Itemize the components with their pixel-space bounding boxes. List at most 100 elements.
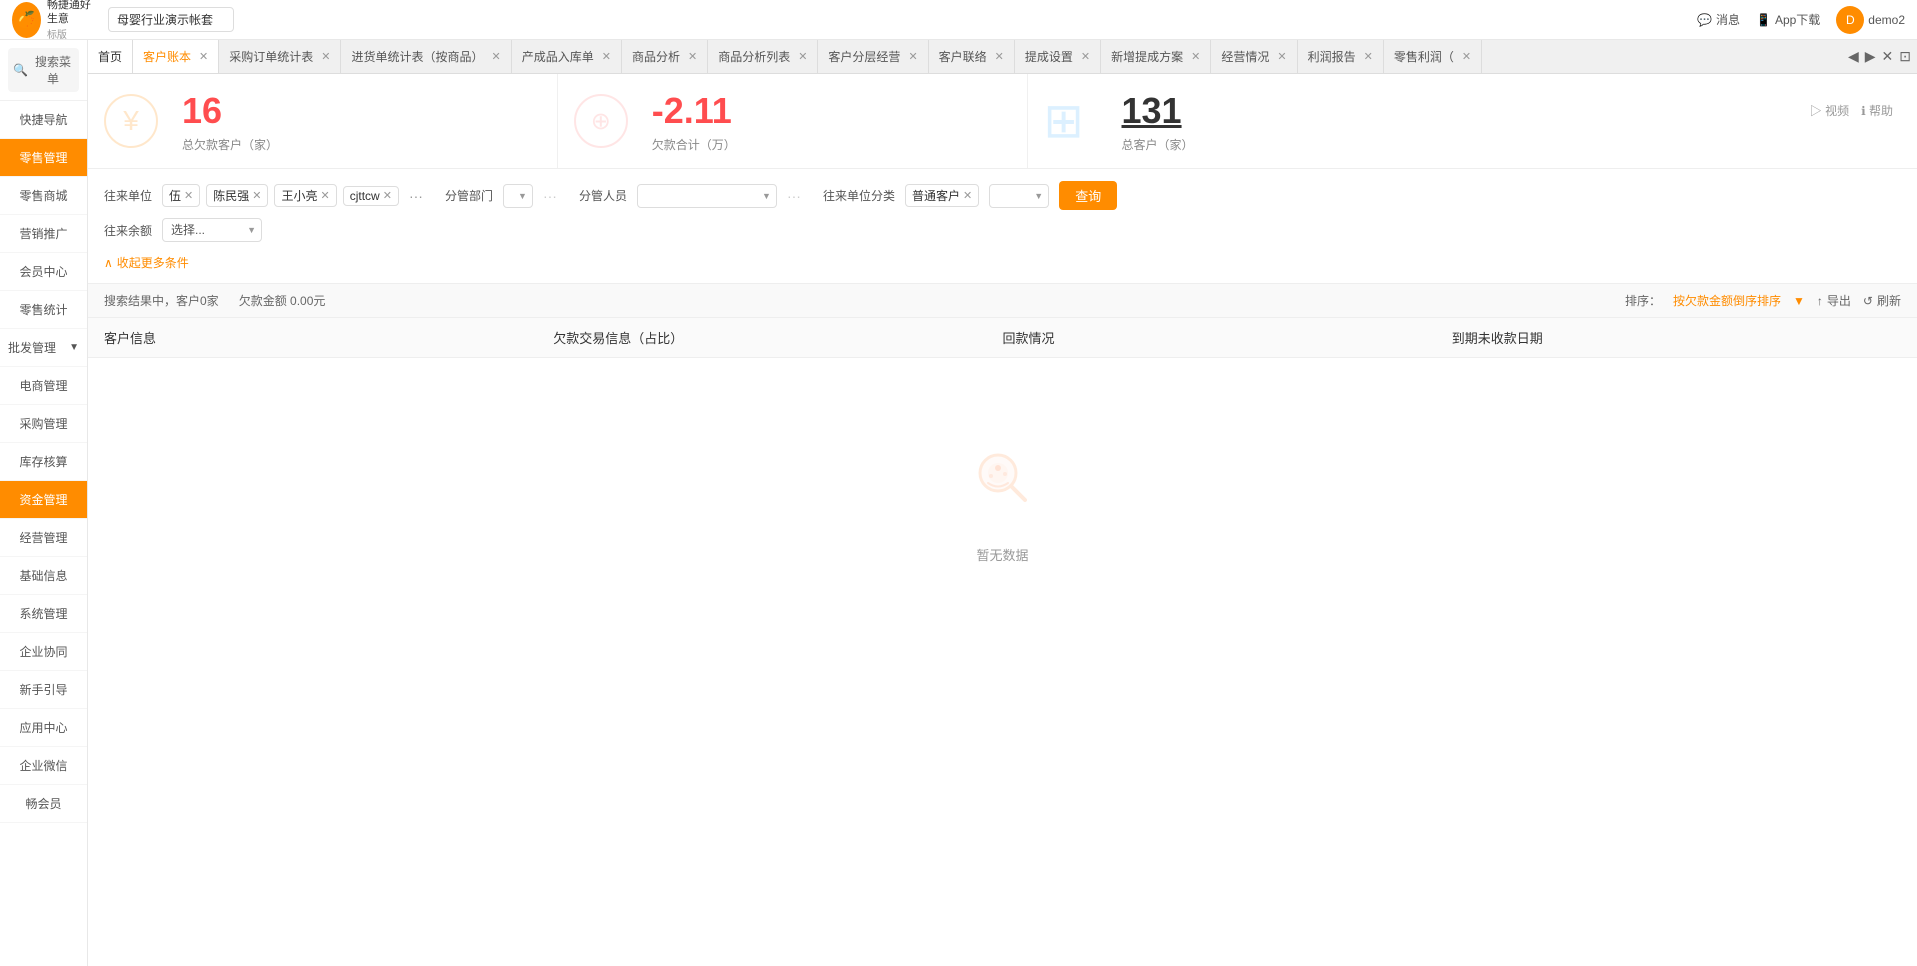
tab-close-customer-account[interactable]: ✕	[199, 50, 208, 63]
message-label: 消息	[1716, 11, 1740, 28]
tab-home[interactable]: 首页	[88, 40, 133, 74]
filter-unit-type-select[interactable]	[989, 184, 1049, 208]
stat-block-debt-amount: ⊕ -2.11 欠款合计（万）	[558, 74, 1028, 168]
avatar: D	[1836, 6, 1864, 34]
tab-profit-report[interactable]: 利润报告 ✕	[1298, 40, 1384, 74]
search-menu-btn[interactable]: 🔍 搜索菜单	[8, 48, 79, 92]
tab-stock-stats[interactable]: 进货单统计表（按商品） ✕	[341, 40, 511, 74]
sidebar-item-quick-nav[interactable]: 快捷导航	[0, 101, 87, 139]
sidebar-item-operation[interactable]: 经营管理	[0, 519, 87, 557]
tab-close-all[interactable]: ✕	[1882, 48, 1894, 65]
table-header: 客户信息 欠款交易信息（占比） 回款情况 到期未收款日期	[88, 318, 1917, 358]
sidebar-item-inventory[interactable]: 库存核算	[0, 443, 87, 481]
tab-scroll-right[interactable]: ▶	[1865, 48, 1876, 65]
tab-new-promo-label: 新增提成方案	[1111, 48, 1183, 65]
tab-goods-list[interactable]: 商品分析列表 ✕	[708, 40, 818, 74]
filter-tag-cjttcw: cjttcw ✕	[343, 186, 399, 206]
tab-purchase-order[interactable]: 采购订单统计表 ✕	[219, 40, 341, 74]
filter-tag-wu: 伍 ✕	[162, 184, 200, 207]
filter-tag-wu-remove[interactable]: ✕	[184, 189, 193, 202]
sidebar-item-app-center[interactable]: 应用中心	[0, 709, 87, 747]
filter-tag-normal-remove[interactable]: ✕	[963, 189, 972, 202]
sidebar-item-purchase[interactable]: 采购管理	[0, 405, 87, 443]
play-icon: ▷	[1810, 104, 1822, 118]
stats-row: ¥ 16 总欠款客户（家） ⊕ -2.11 欠款合计（万） ⊞	[88, 74, 1917, 169]
person-more-btn[interactable]: ···	[787, 188, 801, 204]
export-btn[interactable]: ↑ 导出	[1817, 292, 1851, 309]
tab-maximize[interactable]: ⊡	[1899, 48, 1911, 65]
sidebar-item-finance[interactable]: 资金管理	[0, 481, 87, 519]
filter-dept-label: 分管部门	[445, 187, 493, 204]
tab-customer-segment[interactable]: 客户分层经营 ✕	[818, 40, 928, 74]
tab-promotion-settings[interactable]: 提成设置 ✕	[1015, 40, 1101, 74]
sidebar-item-retail-stats[interactable]: 零售统计	[0, 291, 87, 329]
filter-person-label: 分管人员	[579, 187, 627, 204]
filter-unit-type-select-wrapper	[989, 184, 1049, 208]
stat-value-total-customers: 131	[1122, 90, 1194, 132]
sidebar-item-member-center[interactable]: 会员中心	[0, 253, 87, 291]
filter-tag-wang-remove[interactable]: ✕	[321, 189, 330, 202]
app-download-btn[interactable]: 📱 App下载	[1756, 11, 1820, 28]
sort-arrow-icon[interactable]: ▼	[1793, 294, 1805, 308]
filter-dept-select[interactable]	[503, 184, 533, 208]
sidebar-item-enterprise-wechat[interactable]: 企业微信	[0, 747, 87, 785]
tab-scroll-left[interactable]: ◀	[1848, 48, 1859, 65]
filter-person-select[interactable]	[637, 184, 777, 208]
query-btn[interactable]: 查询	[1059, 181, 1117, 210]
sidebar-item-retail-mgmt[interactable]: 零售管理	[0, 139, 87, 177]
tab-close-profit[interactable]: ✕	[1364, 50, 1373, 63]
account-dropdown[interactable]: 母婴行业演示帐套	[108, 7, 234, 32]
sidebar-item-new-guide[interactable]: 新手引导	[0, 671, 87, 709]
video-btn[interactable]: ▷ 视频	[1810, 102, 1849, 119]
tab-goods-analysis[interactable]: 商品分析 ✕	[622, 40, 708, 74]
help-btn[interactable]: ℹ 帮助	[1861, 102, 1893, 119]
tab-close-product[interactable]: ✕	[602, 50, 611, 63]
tab-close-contact[interactable]: ✕	[995, 50, 1004, 63]
filter-tag-normal-customer: 普通客户 ✕	[905, 184, 979, 207]
tab-operation-label: 经营情况	[1221, 48, 1269, 65]
stat-value-debt-customers: 16	[182, 90, 278, 132]
filter-tag-chen-remove[interactable]: ✕	[252, 189, 261, 202]
stat-value-debt-amount: -2.11	[652, 90, 736, 132]
tab-close-purchase[interactable]: ✕	[321, 50, 330, 63]
tab-goods-list-label: 商品分析列表	[718, 48, 790, 65]
refresh-btn[interactable]: ↺ 刷新	[1863, 292, 1901, 309]
sidebar-item-basic-info[interactable]: 基础信息	[0, 557, 87, 595]
user-account[interactable]: D demo2	[1836, 6, 1905, 34]
tab-close-retail-profit[interactable]: ✕	[1462, 50, 1471, 63]
sidebar: 🔍 搜索菜单 快捷导航 零售管理 零售商城 营销推广 会员中心 零售统计 批发管…	[0, 40, 88, 966]
sidebar-item-retail-mall[interactable]: 零售商城	[0, 177, 87, 215]
filter-balance-select-wrapper: 选择...	[162, 218, 262, 242]
search-icon: 🔍	[13, 63, 28, 77]
tab-new-promotion[interactable]: 新增提成方案 ✕	[1101, 40, 1211, 74]
sidebar-item-marketing[interactable]: 营销推广	[0, 215, 87, 253]
tab-operation[interactable]: 经营情况 ✕	[1211, 40, 1297, 74]
tab-close-stock[interactable]: ✕	[492, 50, 501, 63]
tab-customer-account[interactable]: 客户账本 ✕	[133, 40, 219, 74]
tab-close-operation[interactable]: ✕	[1277, 50, 1286, 63]
collapse-btn[interactable]: ∧ 收起更多条件	[104, 254, 1901, 271]
tab-nav-controls: ◀ ▶ ✕ ⊡	[1842, 48, 1917, 65]
filter-tag-cjttcw-remove[interactable]: ✕	[383, 189, 392, 202]
sidebar-item-member-vip[interactable]: 畅会员	[0, 785, 87, 823]
tab-close-goods[interactable]: ✕	[688, 50, 697, 63]
sidebar-item-ecommerce[interactable]: 电商管理	[0, 367, 87, 405]
filter-balance-select[interactable]: 选择...	[162, 218, 262, 242]
search-menu-label: 搜索菜单	[32, 53, 74, 87]
tab-product-in[interactable]: 产成品入库单 ✕	[512, 40, 622, 74]
message-btn[interactable]: 💬 消息	[1697, 11, 1740, 28]
tab-close-goods-list[interactable]: ✕	[798, 50, 807, 63]
tab-close-new-promo[interactable]: ✕	[1191, 50, 1200, 63]
sidebar-item-wholesale-mgmt[interactable]: 批发管理 ▼	[0, 329, 87, 367]
sort-label: 排序：	[1625, 292, 1661, 309]
dept-more-btn[interactable]: ···	[543, 188, 557, 204]
tab-close-promo[interactable]: ✕	[1081, 50, 1090, 63]
tab-retail-profit[interactable]: 零售利润（ ✕	[1384, 40, 1482, 74]
sidebar-item-system[interactable]: 系统管理	[0, 595, 87, 633]
tab-close-segment[interactable]: ✕	[908, 50, 917, 63]
sidebar-item-enterprise-collab[interactable]: 企业协同	[0, 633, 87, 671]
filter-balance-label: 往来余额	[104, 222, 152, 239]
more-unit-tags-btn[interactable]: ···	[409, 188, 423, 204]
tab-customer-contact[interactable]: 客户联络 ✕	[929, 40, 1015, 74]
account-dropdown-btn[interactable]: 母婴行业演示帐套	[108, 7, 234, 32]
